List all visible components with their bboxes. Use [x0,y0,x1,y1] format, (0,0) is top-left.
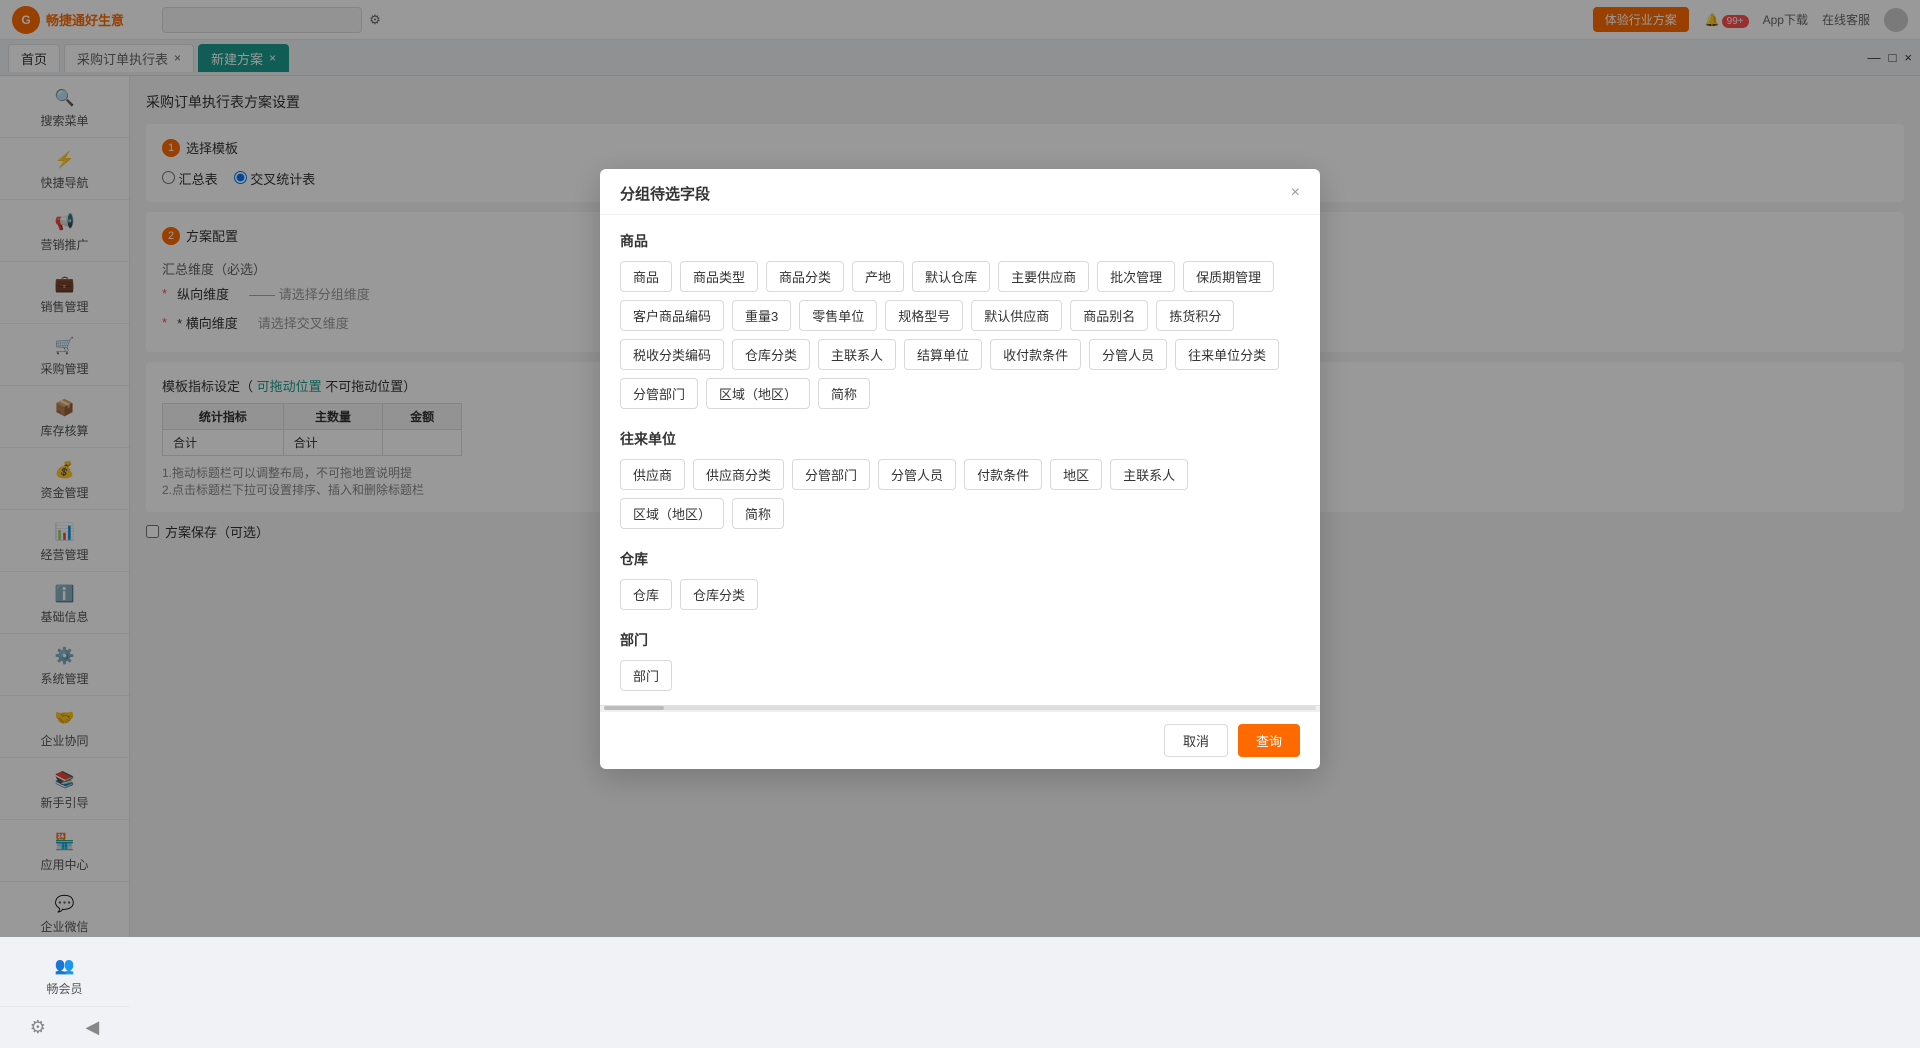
modal-title: 分组待选字段 [620,183,710,204]
tag-partner-category[interactable]: 往来单位分类 [1175,339,1279,370]
tag-default-supplier[interactable]: 默认供应商 [971,300,1062,331]
field-selection-modal: 分组待选字段 × 商品 商品 商品类型 商品分类 产地 默认仓库 主要供应商 批… [600,169,1320,769]
sidebar-item-member[interactable]: 👥 畅会员 [0,944,129,1006]
tag-payment-condition[interactable]: 付款条件 [964,459,1042,490]
section-title-warehouse: 仓库 [620,549,1300,569]
sidebar-bottom: ⚙ ◀ [0,1006,129,1048]
tag-batch-mgmt[interactable]: 批次管理 [1097,261,1175,292]
tag-weight3[interactable]: 重量3 [732,300,791,331]
tag-settlement-unit[interactable]: 结算单位 [904,339,982,370]
tag-quality-period[interactable]: 保质期管理 [1183,261,1274,292]
tag-abbr-partner[interactable]: 简称 [732,498,784,529]
tag-warehouse[interactable]: 仓库 [620,579,672,610]
tag-area-partner[interactable]: 区域（地区） [620,498,724,529]
tag-department[interactable]: 部门 [620,660,672,691]
tag-spec-model[interactable]: 规格型号 [885,300,963,331]
section-product: 商品 商品 商品类型 商品分类 产地 默认仓库 主要供应商 批次管理 保质期管理… [620,231,1300,409]
section-warehouse: 仓库 仓库 仓库分类 [620,549,1300,610]
tag-region-product[interactable]: 区域（地区） [706,378,810,409]
tag-product-alias[interactable]: 商品别名 [1070,300,1148,331]
member-icon: 👥 [55,956,75,976]
tag-supervisor[interactable]: 分管人员 [1089,339,1167,370]
h-scroll-track [604,706,1316,710]
tag-abbr-product[interactable]: 简称 [818,378,870,409]
warehouse-tags: 仓库 仓库分类 [620,579,1300,610]
modal-close-button[interactable]: × [1291,184,1300,202]
tag-region-partner[interactable]: 地区 [1050,459,1102,490]
tag-payment-terms[interactable]: 收付款条件 [990,339,1081,370]
department-tags: 部门 [620,660,1300,691]
modal-horizontal-scrollbar[interactable] [600,705,1320,711]
section-title-department: 部门 [620,630,1300,650]
collapse-button[interactable]: ◀ [85,1017,99,1038]
section-title-partner: 往来单位 [620,429,1300,449]
tag-dept-mgmt[interactable]: 分管部门 [620,378,698,409]
settings-button[interactable]: ⚙ [30,1017,46,1038]
h-scroll-thumb [604,706,664,710]
tag-product[interactable]: 商品 [620,261,672,292]
tag-supervisor-partner[interactable]: 分管人员 [878,459,956,490]
tag-customer-code[interactable]: 客户商品编码 [620,300,724,331]
tag-pick-points[interactable]: 拣货积分 [1156,300,1234,331]
tag-main-contact[interactable]: 主联系人 [818,339,896,370]
section-department: 部门 部门 [620,630,1300,691]
product-tags: 商品 商品类型 商品分类 产地 默认仓库 主要供应商 批次管理 保质期管理 客户… [620,261,1300,409]
tag-default-warehouse[interactable]: 默认仓库 [912,261,990,292]
tag-main-contact-partner[interactable]: 主联系人 [1110,459,1188,490]
tag-supplier-category[interactable]: 供应商分类 [693,459,784,490]
tag-product-category[interactable]: 商品分类 [766,261,844,292]
section-partner: 往来单位 供应商 供应商分类 分管部门 分管人员 付款条件 地区 主联系人 区域… [620,429,1300,529]
tag-warehouse-category[interactable]: 仓库分类 [732,339,810,370]
tag-origin[interactable]: 产地 [852,261,904,292]
tag-dept-partner[interactable]: 分管部门 [792,459,870,490]
tag-supplier[interactable]: 供应商 [620,459,685,490]
tag-retail-unit[interactable]: 零售单位 [799,300,877,331]
sidebar-label-member: 畅会员 [46,980,82,997]
modal-overlay: 分组待选字段 × 商品 商品 商品类型 商品分类 产地 默认仓库 主要供应商 批… [0,0,1920,937]
partner-tags: 供应商 供应商分类 分管部门 分管人员 付款条件 地区 主联系人 区域（地区） … [620,459,1300,529]
tag-tax-code[interactable]: 税收分类编码 [620,339,724,370]
tag-warehouse-type[interactable]: 仓库分类 [680,579,758,610]
section-title-product: 商品 [620,231,1300,251]
tag-main-supplier[interactable]: 主要供应商 [998,261,1089,292]
modal-cancel-button[interactable]: 取消 [1164,724,1228,757]
modal-footer: 取消 查询 [600,711,1320,769]
tag-product-type[interactable]: 商品类型 [680,261,758,292]
modal-body[interactable]: 商品 商品 商品类型 商品分类 产地 默认仓库 主要供应商 批次管理 保质期管理… [600,215,1320,705]
modal-header: 分组待选字段 × [600,169,1320,215]
modal-confirm-button[interactable]: 查询 [1238,724,1300,757]
